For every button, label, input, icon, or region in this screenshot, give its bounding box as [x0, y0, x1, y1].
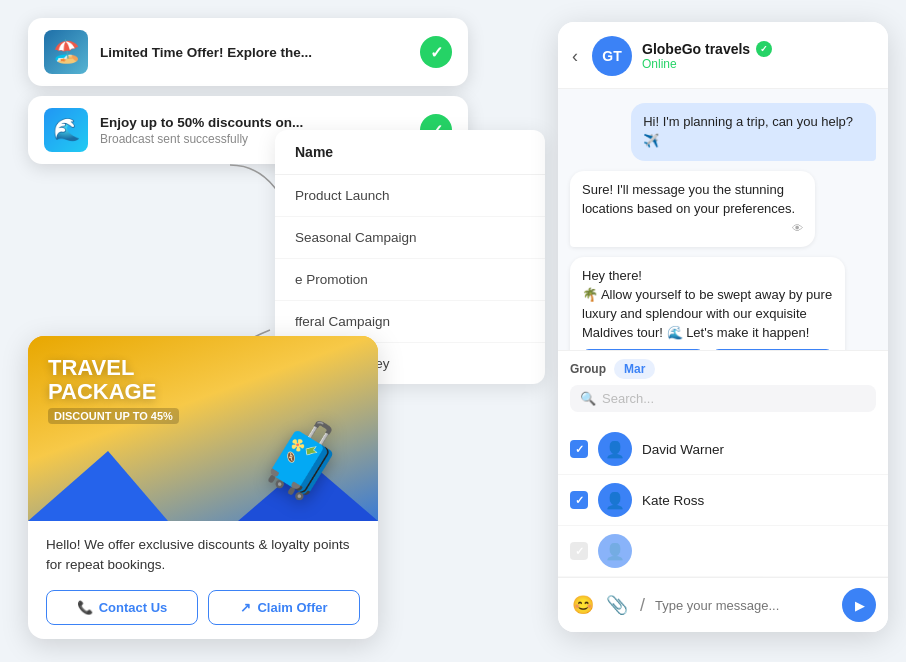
- chat-header: ‹ GT GlobeGo travels Online: [558, 22, 888, 89]
- send-button[interactable]: [842, 588, 876, 622]
- table-row[interactable]: Seasonal Campaign: [275, 217, 545, 259]
- notif-card-1[interactable]: 🏖️ Limited Time Offer! Explore the...: [28, 18, 468, 86]
- travel-card: TRAVELPACKAGE DISCOUNT UP TO 45% 🧳 Hello…: [28, 336, 378, 639]
- contact-check-3[interactable]: [570, 542, 588, 560]
- chat-header-info: GlobeGo travels Online: [642, 41, 874, 71]
- contact-item-3[interactable]: [558, 526, 888, 577]
- back-button[interactable]: ‹: [572, 46, 582, 67]
- contact-name-1: David Warner: [642, 442, 724, 457]
- notif-check-1: [420, 36, 452, 68]
- contact-check-2[interactable]: [570, 491, 588, 509]
- filter-row: Group Mar: [570, 359, 876, 379]
- table-row[interactable]: Product Launch: [275, 175, 545, 217]
- contact-us-button[interactable]: 📞 Contact Us: [46, 590, 198, 625]
- travel-description: Hello! We offer exclusive discounts & lo…: [46, 535, 360, 576]
- banner-text: TRAVELPACKAGE DISCOUNT UP TO 45%: [48, 356, 179, 424]
- search-icon: 🔍: [580, 391, 596, 406]
- contact-name-2: Kate Ross: [642, 493, 704, 508]
- chat-name: GlobeGo travels: [642, 41, 750, 57]
- chat-input-bar: 😊 📎 /: [558, 577, 888, 632]
- chat-name-row: GlobeGo travels: [642, 41, 874, 57]
- slash-icon[interactable]: /: [638, 593, 647, 618]
- read-receipt: 👁: [582, 221, 803, 237]
- filter-label: Group: [570, 362, 606, 376]
- chat-filter-area: Group Mar 🔍 Search...: [558, 350, 888, 424]
- mountain-left: [28, 451, 168, 521]
- message-in-2: Hey there!🌴 Allow yourself to be swept a…: [570, 257, 845, 350]
- chat-avatar: GT: [592, 36, 632, 76]
- contact-list: David Warner Kate Ross: [558, 424, 888, 577]
- chat-status: Online: [642, 57, 874, 71]
- message-text: Hey there!🌴 Allow yourself to be swept a…: [582, 268, 832, 340]
- filter-tag[interactable]: Mar: [614, 359, 655, 379]
- travel-banner: TRAVELPACKAGE DISCOUNT UP TO 45% 🧳: [28, 336, 378, 521]
- luggage-icon: 🧳: [258, 418, 348, 503]
- contact-avatar-1: [598, 432, 632, 466]
- table-row[interactable]: e Promotion: [275, 259, 545, 301]
- notif-title-2: Enjoy up to 50% discounts on...: [100, 115, 400, 130]
- phone-icon: 📞: [77, 600, 93, 615]
- chat-messages[interactable]: Hi! I'm planning a trip, can you help? ✈…: [558, 89, 888, 350]
- contact-check-1[interactable]: [570, 440, 588, 458]
- contact-avatar-3: [598, 534, 632, 568]
- notif-title-1: Limited Time Offer! Explore the...: [100, 45, 400, 60]
- notif-text-1: Limited Time Offer! Explore the...: [100, 45, 408, 60]
- message-in-1: Sure! I'll message you the stunning loca…: [570, 171, 815, 248]
- message-text: Sure! I'll message you the stunning loca…: [582, 182, 795, 216]
- attachment-icon[interactable]: 📎: [604, 592, 630, 618]
- notif-thumb-2: 🌊: [44, 108, 88, 152]
- search-bar[interactable]: 🔍 Search...: [570, 385, 876, 412]
- verified-badge: [756, 41, 772, 57]
- travel-title: TRAVELPACKAGE: [48, 356, 179, 404]
- contact-item-2[interactable]: Kate Ross: [558, 475, 888, 526]
- emoji-icon[interactable]: 😊: [570, 592, 596, 618]
- contact-item-1[interactable]: David Warner: [558, 424, 888, 475]
- claim-offer-button[interactable]: ↗ Claim Offer: [208, 590, 360, 625]
- contact-label: Contact Us: [99, 600, 168, 615]
- chat-window: ‹ GT GlobeGo travels Online Hi! I'm plan…: [558, 22, 888, 632]
- table-header: Name: [275, 130, 545, 175]
- action-buttons: 📞 Contact Us ↗ Claim Offer: [46, 590, 360, 625]
- external-link-icon: ↗: [240, 600, 251, 615]
- message-input[interactable]: [655, 598, 834, 613]
- contact-avatar-2: [598, 483, 632, 517]
- message-text: Hi! I'm planning a trip, can you help? ✈…: [643, 114, 853, 148]
- claim-label: Claim Offer: [257, 600, 327, 615]
- travel-body: Hello! We offer exclusive discounts & lo…: [28, 521, 378, 639]
- message-out-1: Hi! I'm planning a trip, can you help? ✈…: [631, 103, 876, 161]
- notif-thumb-1: 🏖️: [44, 30, 88, 74]
- search-placeholder: Search...: [602, 391, 654, 406]
- travel-discount: DISCOUNT UP TO 45%: [48, 408, 179, 424]
